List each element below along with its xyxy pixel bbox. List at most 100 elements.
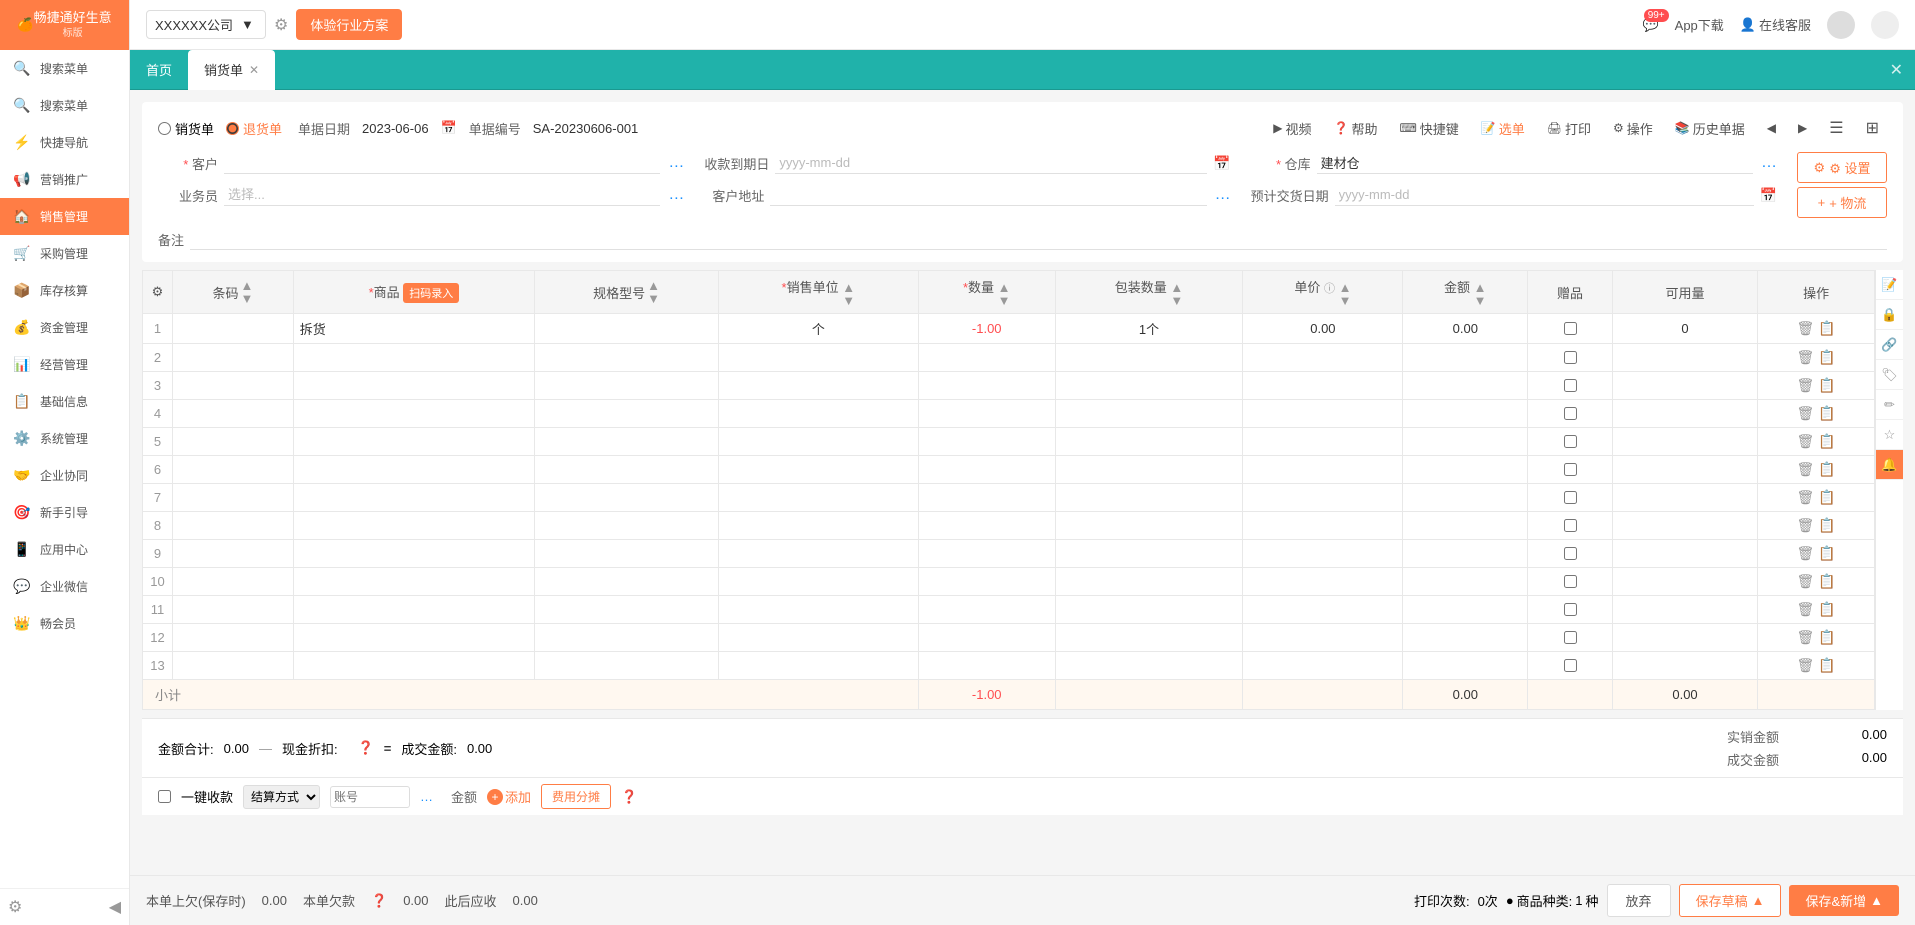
save-draft-button[interactable]: 保存草稿 ▲ <box>1679 884 1782 917</box>
calendar-icon[interactable]: 📅 <box>441 120 457 136</box>
cell-gift[interactable] <box>1528 484 1613 512</box>
sidebar-item-appstore[interactable]: 📱 应用中心 <box>0 531 129 568</box>
cell-gift[interactable] <box>1528 400 1613 428</box>
delete-row-btn[interactable]: 🗑 <box>1796 349 1814 366</box>
cell-price[interactable]: 0.00 <box>1243 314 1403 344</box>
copy-row-btn[interactable]: 📋 <box>1818 545 1835 562</box>
cell-quantity[interactable] <box>918 568 1055 596</box>
gift-checkbox[interactable] <box>1564 547 1577 560</box>
cell-price[interactable] <box>1243 624 1403 652</box>
list-view-btn[interactable]: ☰ <box>1821 114 1851 142</box>
cell-gift[interactable] <box>1528 456 1613 484</box>
cell-spec[interactable] <box>535 456 719 484</box>
save-new-button[interactable]: 保存&新增 ▲ <box>1789 885 1899 916</box>
copy-row-btn[interactable]: 📋 <box>1818 657 1835 674</box>
cell-price[interactable] <box>1243 400 1403 428</box>
gift-checkbox[interactable] <box>1564 322 1577 335</box>
address-lookup-icon[interactable]: … <box>1215 186 1231 204</box>
cell-quantity[interactable] <box>918 624 1055 652</box>
side-tool-alert[interactable]: 🔔 <box>1876 450 1903 480</box>
cell-spec[interactable] <box>535 344 719 372</box>
gift-checkbox[interactable] <box>1564 603 1577 616</box>
collapse-icon[interactable]: ◀ <box>109 897 121 917</box>
cell-barcode[interactable] <box>173 540 294 568</box>
operations-btn[interactable]: ⚙ 操作 <box>1605 115 1661 142</box>
cell-spec[interactable] <box>535 512 719 540</box>
avatar-2[interactable] <box>1871 11 1899 39</box>
delete-row-btn[interactable]: 🗑 <box>1796 320 1814 337</box>
copy-row-btn[interactable]: 📋 <box>1818 320 1835 337</box>
help-btn[interactable]: ❓ 帮助 <box>1326 115 1386 142</box>
delete-row-btn[interactable]: 🗑 <box>1796 461 1814 478</box>
cell-price[interactable] <box>1243 456 1403 484</box>
expected-date-input[interactable] <box>1335 184 1754 206</box>
trial-button[interactable]: 体验行业方案 <box>296 9 402 40</box>
cell-gift[interactable] <box>1528 568 1613 596</box>
radio-sales-input[interactable] <box>158 122 171 135</box>
cell-barcode[interactable] <box>173 456 294 484</box>
cell-gift[interactable] <box>1528 428 1613 456</box>
side-tool-star[interactable]: ☆ <box>1876 420 1903 450</box>
side-tool-edit[interactable]: ✏ <box>1876 390 1903 420</box>
fee-split-btn[interactable]: 费用分摊 <box>541 784 611 809</box>
help-icon[interactable]: ❓ <box>358 740 374 756</box>
cell-spec[interactable] <box>535 624 719 652</box>
gift-checkbox[interactable] <box>1564 491 1577 504</box>
cell-gift[interactable] <box>1528 372 1613 400</box>
tab-sales-order[interactable]: 销货单 ✕ <box>188 50 275 90</box>
gift-checkbox[interactable] <box>1564 519 1577 532</box>
cell-quantity[interactable] <box>918 512 1055 540</box>
sidebar-item-system[interactable]: ⚙️ 系统管理 <box>0 420 129 457</box>
cell-barcode[interactable] <box>173 344 294 372</box>
cell-barcode[interactable] <box>173 568 294 596</box>
dropdown-arrow-2[interactable]: ▲ <box>1870 893 1883 908</box>
delete-row-btn[interactable]: 🗑 <box>1796 433 1814 450</box>
cell-quantity[interactable] <box>918 484 1055 512</box>
sidebar-item-sales[interactable]: 🏠 销售管理 <box>0 198 129 235</box>
delete-row-btn[interactable]: 🗑 <box>1796 545 1814 562</box>
cell-quantity[interactable] <box>918 400 1055 428</box>
gift-checkbox[interactable] <box>1564 631 1577 644</box>
cell-spec[interactable] <box>535 400 719 428</box>
cell-price[interactable] <box>1243 540 1403 568</box>
scan-button[interactable]: 扫码录入 <box>403 283 459 303</box>
grid-view-btn[interactable]: ⊞ <box>1858 114 1887 142</box>
cell-gift[interactable] <box>1528 314 1613 344</box>
cell-gift[interactable] <box>1528 652 1613 680</box>
cell-barcode[interactable] <box>173 512 294 540</box>
abandon-button[interactable]: 放弃 <box>1607 884 1671 917</box>
prev-record-btn[interactable]: ◀ <box>1759 117 1784 139</box>
header-gear-icon[interactable]: ⚙ <box>274 15 288 35</box>
cell-quantity[interactable] <box>918 456 1055 484</box>
cell-gift[interactable] <box>1528 540 1613 568</box>
next-record-btn[interactable]: ▶ <box>1790 117 1815 139</box>
sidebar-item-shortcut[interactable]: ⚡ 快捷导航 <box>0 124 129 161</box>
delete-row-btn[interactable]: 🗑 <box>1796 573 1814 590</box>
radio-return-input[interactable] <box>226 122 239 135</box>
sidebar-item-search[interactable]: 🔍 搜索菜单 <box>0 87 129 124</box>
cell-barcode[interactable] <box>173 596 294 624</box>
copy-row-btn[interactable]: 📋 <box>1818 377 1835 394</box>
expected-date-calendar-icon[interactable]: 📅 <box>1760 187 1777 204</box>
warehouse-input[interactable] <box>1317 152 1753 174</box>
print-btn[interactable]: 🖨 打印 <box>1539 115 1599 142</box>
copy-row-btn[interactable]: 📋 <box>1818 601 1835 618</box>
copy-row-btn[interactable]: 📋 <box>1818 489 1835 506</box>
salesperson-lookup-icon[interactable]: … <box>668 186 684 204</box>
copy-row-btn[interactable]: 📋 <box>1818 433 1835 450</box>
sidebar-search[interactable]: 🔍搜索菜单 <box>0 50 129 87</box>
cell-price[interactable] <box>1243 568 1403 596</box>
sidebar-item-guide[interactable]: 🎯 新手引导 <box>0 494 129 531</box>
cell-barcode[interactable] <box>173 624 294 652</box>
online-support-link[interactable]: 👤 在线客服 <box>1740 15 1811 34</box>
delete-row-btn[interactable]: 🗑 <box>1796 405 1814 422</box>
cell-price[interactable] <box>1243 484 1403 512</box>
quick-pay-checkbox[interactable] <box>158 790 171 803</box>
cell-barcode[interactable] <box>173 428 294 456</box>
cell-spec[interactable] <box>535 540 719 568</box>
copy-row-btn[interactable]: 📋 <box>1818 573 1835 590</box>
cell-quantity[interactable] <box>918 344 1055 372</box>
sidebar-item-inventory[interactable]: 📦 库存核算 <box>0 272 129 309</box>
close-all-icon[interactable]: ✕ <box>1890 60 1903 80</box>
delete-row-btn[interactable]: 🗑 <box>1796 377 1814 394</box>
